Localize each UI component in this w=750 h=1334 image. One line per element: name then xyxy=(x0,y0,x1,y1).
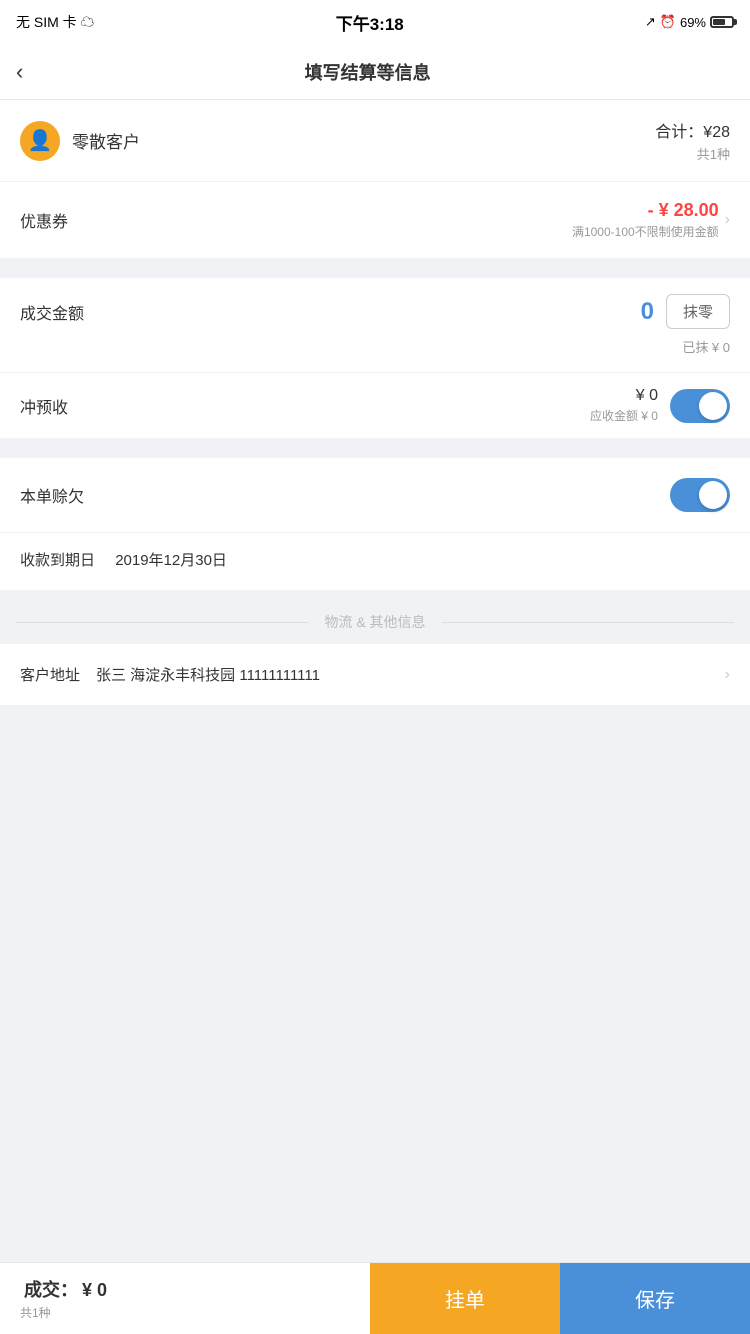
bottom-count-label: 共1种 xyxy=(20,1304,350,1321)
gray-separator-1 xyxy=(0,268,750,278)
credit-toggle-knob xyxy=(699,481,727,509)
status-right: ↗ ⏰ 69% xyxy=(645,14,734,30)
coupon-value-block: - ¥ 28.00 满1000-100不限制使用金额 xyxy=(572,200,719,240)
due-date-row: 收款到期日 2019年12月30日 xyxy=(0,532,750,590)
coupon-right: - ¥ 28.00 满1000-100不限制使用金额 › xyxy=(572,200,730,240)
nav-bar: ‹ 填写结算等信息 xyxy=(0,44,750,100)
bottom-deal-amount: ¥ 0 xyxy=(82,1280,107,1300)
total-amount-label: 合计：¥28 xyxy=(655,118,730,142)
prepay-label: 冲预收 xyxy=(20,394,68,418)
credit-label: 本单赊欠 xyxy=(20,483,84,507)
coupon-row[interactable]: 优惠券 - ¥ 28.00 满1000-100不限制使用金额 › xyxy=(0,181,750,258)
signal-text: 无 SIM 卡 ☁ xyxy=(16,12,95,32)
address-label: 客户地址 xyxy=(20,664,80,685)
transaction-sub: 已抹 ¥ 0 xyxy=(0,337,750,372)
customer-name: 零散客户 xyxy=(72,128,140,153)
save-button[interactable]: 保存 xyxy=(560,1263,750,1334)
customer-avatar: 👤 xyxy=(20,121,60,161)
transaction-label: 成交金额 xyxy=(20,300,84,324)
empty-area xyxy=(0,715,750,915)
credit-row: 本单赊欠 xyxy=(0,458,750,532)
alarm-icon: ⏰ xyxy=(660,14,676,30)
chevron-right-icon: › xyxy=(725,211,730,229)
location-icon: ↗ xyxy=(645,14,656,30)
toggle-knob xyxy=(699,392,727,420)
prepay-row: 冲预收 ¥ 0 应收金额 ¥ 0 xyxy=(0,372,750,438)
prepay-value-block: ¥ 0 应收金额 ¥ 0 xyxy=(590,387,658,424)
prepay-amount: ¥ 0 xyxy=(590,387,658,405)
status-time: 下午3:18 xyxy=(336,10,404,35)
credit-section: 本单赊欠 收款到期日 2019年12月30日 xyxy=(0,458,750,590)
credit-toggle[interactable] xyxy=(670,478,730,512)
back-button[interactable]: ‹ xyxy=(8,51,31,93)
coupon-description: 满1000-100不限制使用金额 xyxy=(572,223,719,240)
bottom-info: 成交：¥ 0 共1种 xyxy=(0,1276,370,1321)
status-bar: 无 SIM 卡 ☁ 下午3:18 ↗ ⏰ 69% xyxy=(0,0,750,44)
gray-separator-2 xyxy=(0,448,750,458)
total-count-label: 共1种 xyxy=(655,144,730,163)
prepay-toggle[interactable] xyxy=(670,389,730,423)
customer-total: 合计：¥28 共1种 xyxy=(655,118,730,163)
person-icon: 👤 xyxy=(28,128,53,153)
prepay-sub-label: 应收金额 ¥ 0 xyxy=(590,407,658,424)
due-date-label: 收款到期日 xyxy=(20,552,95,569)
coupon-discount: - ¥ 28.00 xyxy=(572,200,719,221)
hang-order-button[interactable]: 挂单 xyxy=(370,1263,560,1334)
battery-text: 69% xyxy=(680,15,706,30)
logistics-separator: 物流 & 其他信息 xyxy=(0,600,750,644)
battery-icon xyxy=(710,16,734,28)
customer-info: 👤 零散客户 xyxy=(20,121,140,161)
round-zero-button[interactable]: 抹零 xyxy=(666,294,730,329)
coupon-label: 优惠券 xyxy=(20,208,68,232)
prepay-right: ¥ 0 应收金额 ¥ 0 xyxy=(590,387,730,424)
due-date-value: 2019年12月30日 xyxy=(115,552,227,569)
bottom-bar: 成交：¥ 0 共1种 挂单 保存 xyxy=(0,1262,750,1334)
logistics-label: 物流 & 其他信息 xyxy=(324,612,425,632)
transaction-row: 成交金额 0 抹零 xyxy=(0,278,750,337)
transaction-right: 0 抹零 xyxy=(641,294,730,329)
transaction-value: 0 xyxy=(641,298,654,326)
bottom-deal-label: 成交：¥ 0 xyxy=(20,1276,350,1302)
address-chevron-icon: › xyxy=(725,666,730,684)
address-row[interactable]: 客户地址 张三 海淀永丰科技园 11111111111 › xyxy=(0,644,750,705)
customer-section: 👤 零散客户 合计：¥28 共1种 优惠券 - ¥ 28.00 满1000-10… xyxy=(0,100,750,258)
status-left: 无 SIM 卡 ☁ xyxy=(16,12,95,32)
transaction-section: 成交金额 0 抹零 已抹 ¥ 0 冲预收 ¥ 0 应收金额 ¥ 0 xyxy=(0,278,750,438)
page-title: 填写结算等信息 xyxy=(31,59,704,85)
address-value: 张三 海淀永丰科技园 11111111111 xyxy=(96,664,725,685)
customer-row: 👤 零散客户 合计：¥28 共1种 xyxy=(0,100,750,181)
